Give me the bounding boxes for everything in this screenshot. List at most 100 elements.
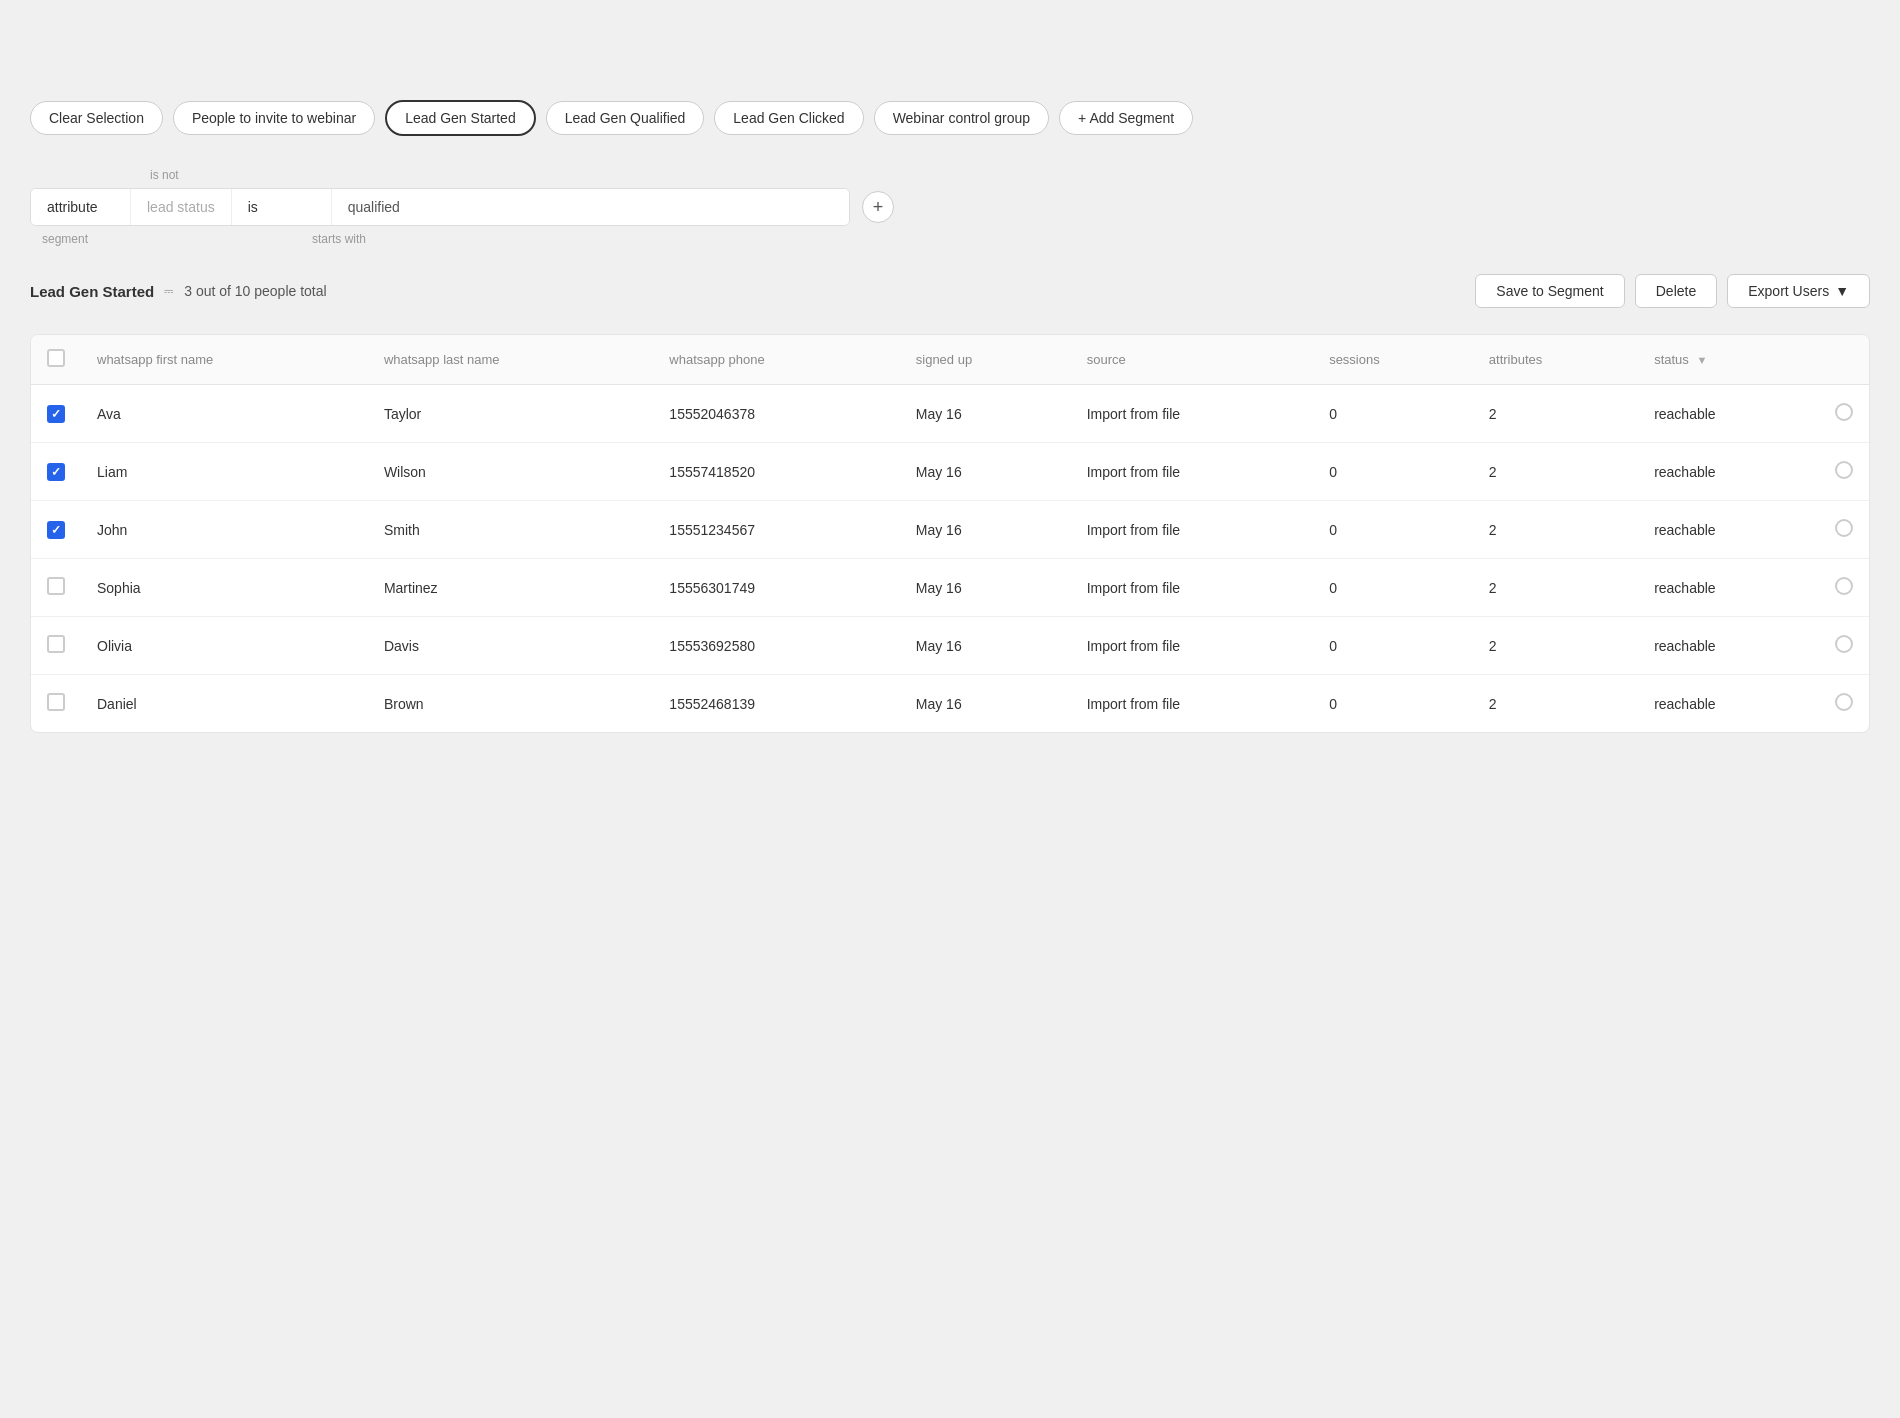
segment-btn-lead-gen-clicked[interactable]: Lead Gen Clicked <box>714 101 863 135</box>
sort-icon[interactable]: ▼ <box>1696 354 1707 366</box>
cell-signed_up: May 16 <box>900 559 1071 617</box>
filter-field[interactable]: lead status <box>131 189 232 225</box>
row-checkbox-4[interactable] <box>47 577 65 595</box>
cell-sessions: 0 <box>1313 385 1473 443</box>
row-checkbox-3[interactable] <box>47 521 65 539</box>
segment-btn-lead-gen-started[interactable]: Lead Gen Started <box>385 100 536 136</box>
cell-attributes: 2 <box>1473 501 1638 559</box>
hint-starts-with: starts with <box>304 230 374 248</box>
table-row: AvaTaylor15552046378May 16Import from fi… <box>31 385 1869 443</box>
cell-attributes: 2 <box>1473 559 1638 617</box>
cell-attributes: 2 <box>1473 617 1638 675</box>
filter-hint-above: is not <box>30 166 1870 184</box>
cell-phone: 15553692580 <box>653 617 899 675</box>
header-last-name: whatsapp last name <box>368 335 653 385</box>
row-radio-5[interactable] <box>1835 635 1853 653</box>
summary-count: 3 out of 10 people total <box>184 283 326 299</box>
cell-attributes: 2 <box>1473 675 1638 733</box>
export-users-button[interactable]: Export Users ▼ <box>1727 274 1870 308</box>
hint-segment: segment <box>34 230 96 248</box>
filter-hints-below: segment starts with <box>30 230 1870 248</box>
row-radio-4[interactable] <box>1835 577 1853 595</box>
cell-first_name: Olivia <box>81 617 368 675</box>
table-row: OliviaDavis15553692580May 16Import from … <box>31 617 1869 675</box>
table-container: whatsapp first name whatsapp last name w… <box>30 334 1870 733</box>
hint-is-not: is not <box>142 166 187 184</box>
row-radio-2[interactable] <box>1835 461 1853 479</box>
copy-icon[interactable]: ⎓ <box>164 282 174 300</box>
cell-signed_up: May 16 <box>900 385 1071 443</box>
cell-first_name: Liam <box>81 443 368 501</box>
row-checkbox-6[interactable] <box>47 693 65 711</box>
cell-sessions: 0 <box>1313 559 1473 617</box>
cell-sessions: 0 <box>1313 675 1473 733</box>
cell-first_name: John <box>81 501 368 559</box>
segment-btn-clear[interactable]: Clear Selection <box>30 101 163 135</box>
select-all-checkbox[interactable] <box>47 349 65 367</box>
summary-left: Lead Gen Started ⎓ 3 out of 10 people to… <box>30 282 327 300</box>
add-segment-button[interactable]: + Add Segment <box>1059 101 1193 135</box>
main-container: Clear Selection People to invite to webin… <box>0 0 1900 773</box>
cell-attributes: 2 <box>1473 443 1638 501</box>
cell-sessions: 0 <box>1313 617 1473 675</box>
cell-source: Import from file <box>1071 675 1313 733</box>
cell-phone: 15556301749 <box>653 559 899 617</box>
filter-type[interactable]: attribute <box>31 189 131 225</box>
row-checkbox-5[interactable] <box>47 635 65 653</box>
header-sessions: sessions <box>1313 335 1473 385</box>
filter-add-button[interactable]: + <box>862 191 894 223</box>
cell-first_name: Daniel <box>81 675 368 733</box>
header-phone: whatsapp phone <box>653 335 899 385</box>
segment-btn-lead-gen-qualified[interactable]: Lead Gen Qualified <box>546 101 705 135</box>
cell-last_name: Taylor <box>368 385 653 443</box>
filter-area: is not attribute lead status is qualifie… <box>30 166 1870 248</box>
chevron-down-icon: ▼ <box>1835 283 1849 299</box>
segment-btn-webinar[interactable]: People to invite to webinar <box>173 101 375 135</box>
cell-signed_up: May 16 <box>900 617 1071 675</box>
cell-source: Import from file <box>1071 501 1313 559</box>
header-first-name: whatsapp first name <box>81 335 368 385</box>
cell-last_name: Wilson <box>368 443 653 501</box>
segment-btn-webinar-control[interactable]: Webinar control group <box>874 101 1049 135</box>
row-checkbox-1[interactable] <box>47 405 65 423</box>
row-radio-1[interactable] <box>1835 403 1853 421</box>
header-select-all[interactable] <box>31 335 81 385</box>
cell-status: reachable <box>1638 675 1819 733</box>
summary-title: Lead Gen Started <box>30 283 154 300</box>
cell-source: Import from file <box>1071 443 1313 501</box>
table-row: LiamWilson15557418520May 16Import from f… <box>31 443 1869 501</box>
summary-bar: Lead Gen Started ⎓ 3 out of 10 people to… <box>30 268 1870 314</box>
header-attributes: attributes <box>1473 335 1638 385</box>
cell-last_name: Davis <box>368 617 653 675</box>
header-signed-up: signed up <box>900 335 1071 385</box>
table-header-row: whatsapp first name whatsapp last name w… <box>31 335 1869 385</box>
cell-phone: 15551234567 <box>653 501 899 559</box>
cell-phone: 15552046378 <box>653 385 899 443</box>
save-to-segment-button[interactable]: Save to Segment <box>1475 274 1624 308</box>
cell-phone: 15552468139 <box>653 675 899 733</box>
cell-status: reachable <box>1638 501 1819 559</box>
cell-first_name: Sophia <box>81 559 368 617</box>
cell-source: Import from file <box>1071 385 1313 443</box>
filter-row: attribute lead status is qualified <box>30 188 850 226</box>
header-radio <box>1819 335 1869 385</box>
cell-sessions: 0 <box>1313 443 1473 501</box>
cell-last_name: Brown <box>368 675 653 733</box>
delete-button[interactable]: Delete <box>1635 274 1717 308</box>
cell-status: reachable <box>1638 443 1819 501</box>
row-radio-6[interactable] <box>1835 693 1853 711</box>
filter-value[interactable]: qualified <box>332 189 849 225</box>
cell-signed_up: May 16 <box>900 501 1071 559</box>
cell-status: reachable <box>1638 385 1819 443</box>
filter-operator[interactable]: is <box>232 189 332 225</box>
summary-actions: Save to Segment Delete Export Users ▼ <box>1475 274 1870 308</box>
table-body: AvaTaylor15552046378May 16Import from fi… <box>31 385 1869 733</box>
cell-source: Import from file <box>1071 559 1313 617</box>
cell-last_name: Martinez <box>368 559 653 617</box>
cell-sessions: 0 <box>1313 501 1473 559</box>
segment-buttons-container: Clear Selection People to invite to webin… <box>30 100 1193 136</box>
cell-source: Import from file <box>1071 617 1313 675</box>
row-checkbox-2[interactable] <box>47 463 65 481</box>
cell-signed_up: May 16 <box>900 675 1071 733</box>
row-radio-3[interactable] <box>1835 519 1853 537</box>
